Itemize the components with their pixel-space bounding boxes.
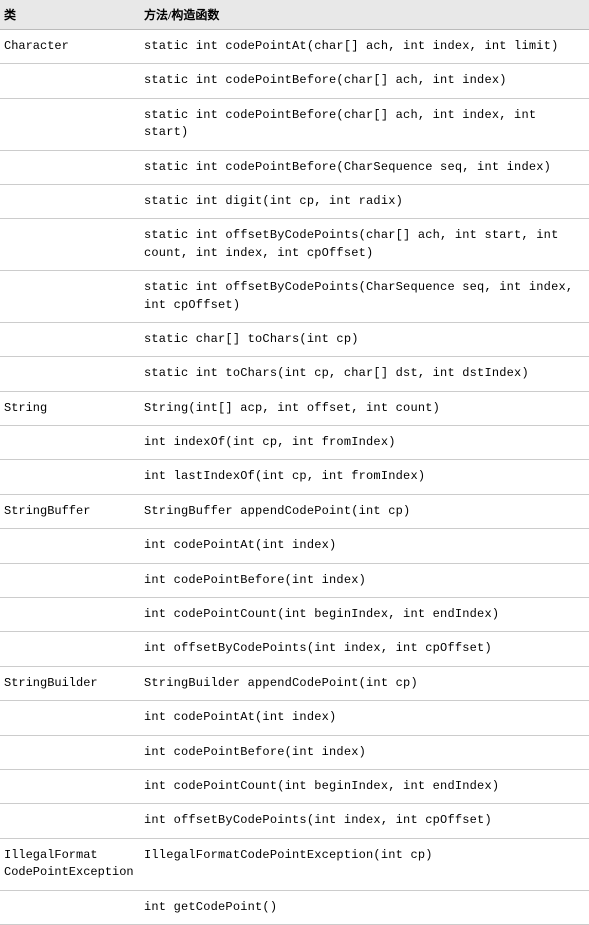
class-cell: [0, 563, 140, 597]
table-row: int codePointCount(int beginIndex, int e…: [0, 598, 589, 632]
table-row: static int codePointBefore(char[] ach, i…: [0, 64, 589, 98]
class-cell: [0, 98, 140, 150]
table-row: int codePointAt(int index): [0, 529, 589, 563]
table-row: static int toChars(int cp, char[] dst, i…: [0, 357, 589, 391]
method-cell: static int codePointBefore(CharSequence …: [140, 150, 589, 184]
table-row: static int offsetByCodePoints(char[] ach…: [0, 219, 589, 271]
method-cell: int offsetByCodePoints(int index, int cp…: [140, 632, 589, 666]
table-row: static int codePointBefore(CharSequence …: [0, 150, 589, 184]
class-cell: [0, 460, 140, 494]
table-row: static char[] toChars(int cp): [0, 322, 589, 356]
method-cell: StringBuilder appendCodePoint(int cp): [140, 666, 589, 700]
method-cell: IllegalFormatCodePointException(int cp): [140, 838, 589, 890]
class-cell: [0, 150, 140, 184]
table-row: Characterstatic int codePointAt(char[] a…: [0, 30, 589, 64]
table-row: int indexOf(int cp, int fromIndex): [0, 426, 589, 460]
header-method: 方法/构造函数: [140, 0, 589, 30]
method-cell: static int digit(int cp, int radix): [140, 184, 589, 218]
class-cell: [0, 271, 140, 323]
class-cell: [0, 529, 140, 563]
method-cell: int getCodePoint(): [140, 890, 589, 924]
method-cell: static int toChars(int cp, char[] dst, i…: [140, 357, 589, 391]
class-cell: [0, 632, 140, 666]
table-row: static int codePointBefore(char[] ach, i…: [0, 98, 589, 150]
method-cell: int codePointAt(int index): [140, 529, 589, 563]
class-cell: StringBuilder: [0, 666, 140, 700]
method-cell: int codePointAt(int index): [140, 701, 589, 735]
class-cell: [0, 701, 140, 735]
method-cell: static int offsetByCodePoints(char[] ach…: [140, 219, 589, 271]
table-row: StringBuilderStringBuilder appendCodePoi…: [0, 666, 589, 700]
class-cell: [0, 219, 140, 271]
class-cell: [0, 598, 140, 632]
table-row: static int digit(int cp, int radix): [0, 184, 589, 218]
table-row: StringString(int[] acp, int offset, int …: [0, 391, 589, 425]
table-row: int codePointBefore(int index): [0, 563, 589, 597]
class-cell: String: [0, 391, 140, 425]
table-row: int offsetByCodePoints(int index, int cp…: [0, 804, 589, 838]
methods-table: 类 方法/构造函数 Characterstatic int codePointA…: [0, 0, 589, 925]
table-row: int offsetByCodePoints(int index, int cp…: [0, 632, 589, 666]
table-row: StringBufferStringBuffer appendCodePoint…: [0, 494, 589, 528]
class-cell: [0, 184, 140, 218]
method-cell: int lastIndexOf(int cp, int fromIndex): [140, 460, 589, 494]
table-row: int codePointBefore(int index): [0, 735, 589, 769]
class-cell: [0, 769, 140, 803]
method-cell: String(int[] acp, int offset, int count): [140, 391, 589, 425]
method-cell: int codePointBefore(int index): [140, 735, 589, 769]
table-row: IllegalFormat CodePointExceptionIllegalF…: [0, 838, 589, 890]
table-row: static int offsetByCodePoints(CharSequen…: [0, 271, 589, 323]
table-row: int codePointAt(int index): [0, 701, 589, 735]
method-cell: StringBuffer appendCodePoint(int cp): [140, 494, 589, 528]
method-cell: static int codePointBefore(char[] ach, i…: [140, 98, 589, 150]
method-cell: static int codePointBefore(char[] ach, i…: [140, 64, 589, 98]
table-header-row: 类 方法/构造函数: [0, 0, 589, 30]
class-cell: [0, 890, 140, 924]
method-cell: int codePointCount(int beginIndex, int e…: [140, 769, 589, 803]
class-cell: [0, 426, 140, 460]
class-cell: [0, 64, 140, 98]
method-cell: int offsetByCodePoints(int index, int cp…: [140, 804, 589, 838]
class-cell: [0, 735, 140, 769]
class-cell: IllegalFormat CodePointException: [0, 838, 140, 890]
method-cell: int codePointBefore(int index): [140, 563, 589, 597]
table-row: int lastIndexOf(int cp, int fromIndex): [0, 460, 589, 494]
class-cell: StringBuffer: [0, 494, 140, 528]
method-cell: static char[] toChars(int cp): [140, 322, 589, 356]
class-cell: [0, 322, 140, 356]
method-cell: int indexOf(int cp, int fromIndex): [140, 426, 589, 460]
method-cell: static int offsetByCodePoints(CharSequen…: [140, 271, 589, 323]
method-cell: int codePointCount(int beginIndex, int e…: [140, 598, 589, 632]
class-cell: [0, 804, 140, 838]
class-cell: [0, 357, 140, 391]
header-class: 类: [0, 0, 140, 30]
table-row: int getCodePoint(): [0, 890, 589, 924]
table-row: int codePointCount(int beginIndex, int e…: [0, 769, 589, 803]
method-cell: static int codePointAt(char[] ach, int i…: [140, 30, 589, 64]
class-cell: Character: [0, 30, 140, 64]
